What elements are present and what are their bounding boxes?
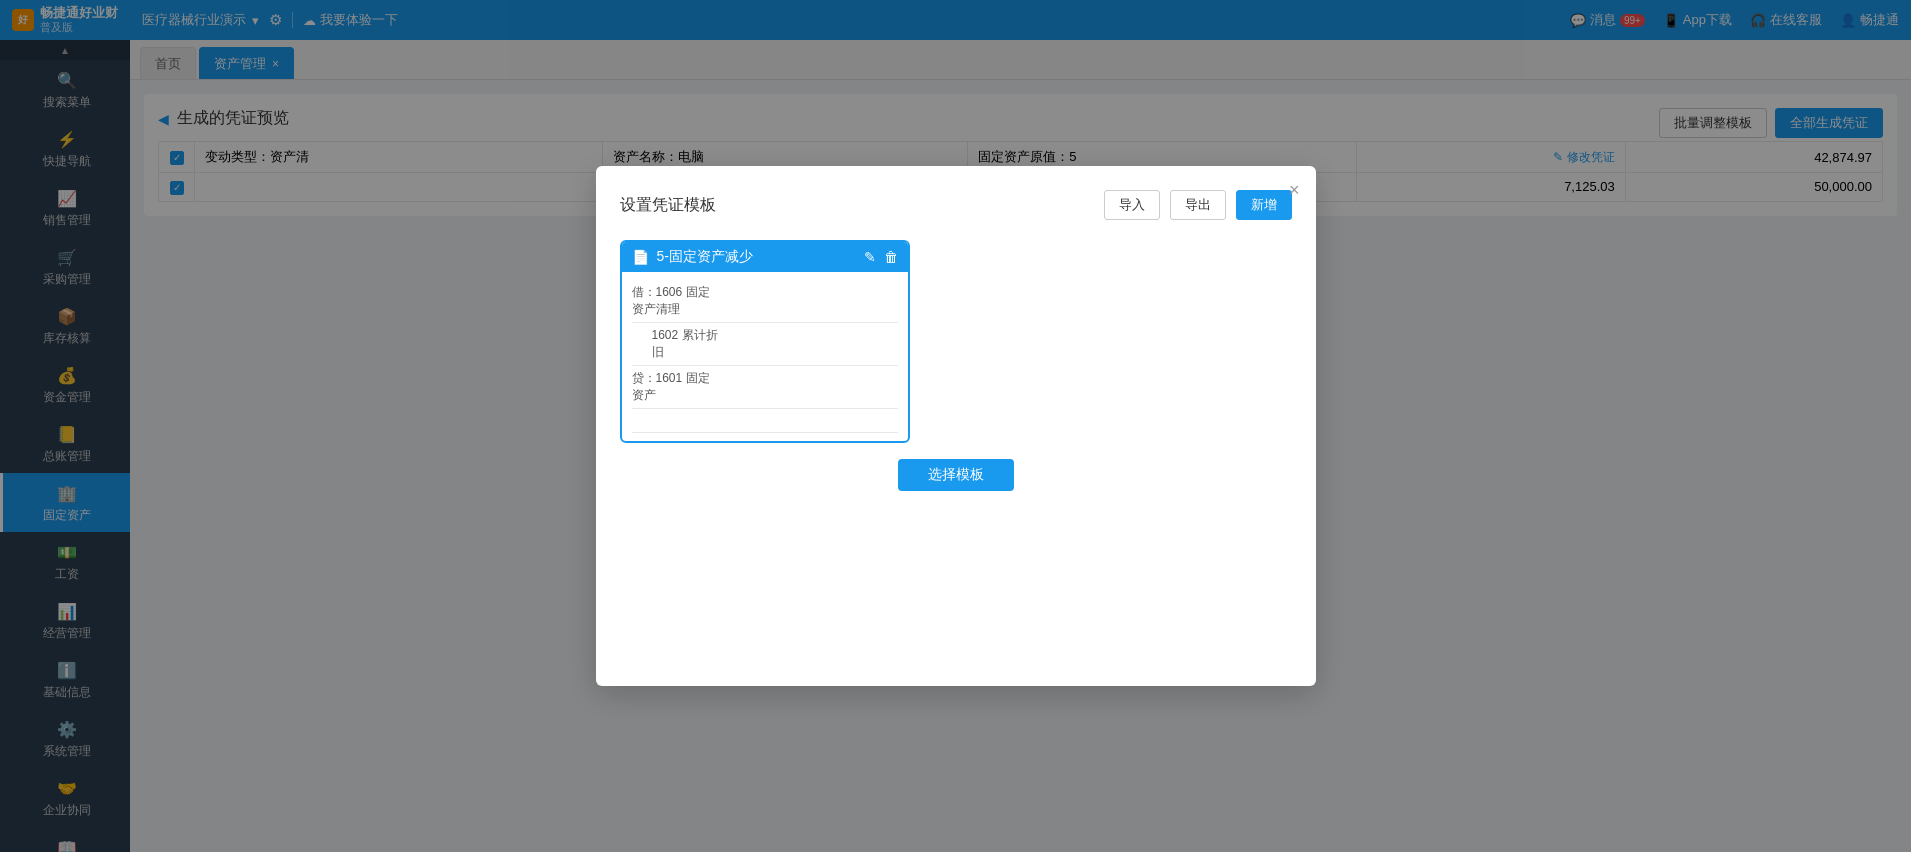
export-btn[interactable]: 导出: [1170, 190, 1226, 220]
template-file-icon: 📄: [632, 249, 649, 265]
modal-dialog: 设置凭证模板 导入 导出 新增 × 📄 5-固定资产减少 ✎ 🗑 借：16: [596, 166, 1316, 686]
import-btn[interactable]: 导入: [1104, 190, 1160, 220]
select-template-btn[interactable]: 选择模板: [898, 459, 1014, 491]
card-actions: ✎ 🗑: [864, 249, 898, 265]
modal-close-btn[interactable]: ×: [1289, 180, 1300, 201]
template-card-title: 5-固定资产减少: [657, 248, 856, 266]
modal-header: 设置凭证模板 导入 导出 新增: [620, 190, 1292, 220]
new-btn[interactable]: 新增: [1236, 190, 1292, 220]
modal-top-btns: 导入 导出 新增: [1104, 190, 1292, 220]
template-card: 📄 5-固定资产减少 ✎ 🗑 借：1606 固定资产清理 1602 累计折旧: [620, 240, 910, 443]
template-edit-icon[interactable]: ✎: [864, 249, 876, 265]
template-card-body: 借：1606 固定资产清理 1602 累计折旧 贷：1601 固定资产: [622, 272, 908, 441]
modal-title: 设置凭证模板: [620, 195, 716, 216]
template-entry-4: [632, 409, 898, 433]
template-entry-2: 1602 累计折旧: [632, 323, 898, 366]
template-entry-1: 借：1606 固定资产清理: [632, 280, 898, 323]
template-entry-3: 贷：1601 固定资产: [632, 366, 898, 409]
template-delete-icon[interactable]: 🗑: [884, 249, 898, 265]
modal-overlay: 设置凭证模板 导入 导出 新增 × 📄 5-固定资产减少 ✎ 🗑 借：16: [0, 0, 1911, 852]
template-card-header: 📄 5-固定资产减少 ✎ 🗑: [622, 242, 908, 272]
